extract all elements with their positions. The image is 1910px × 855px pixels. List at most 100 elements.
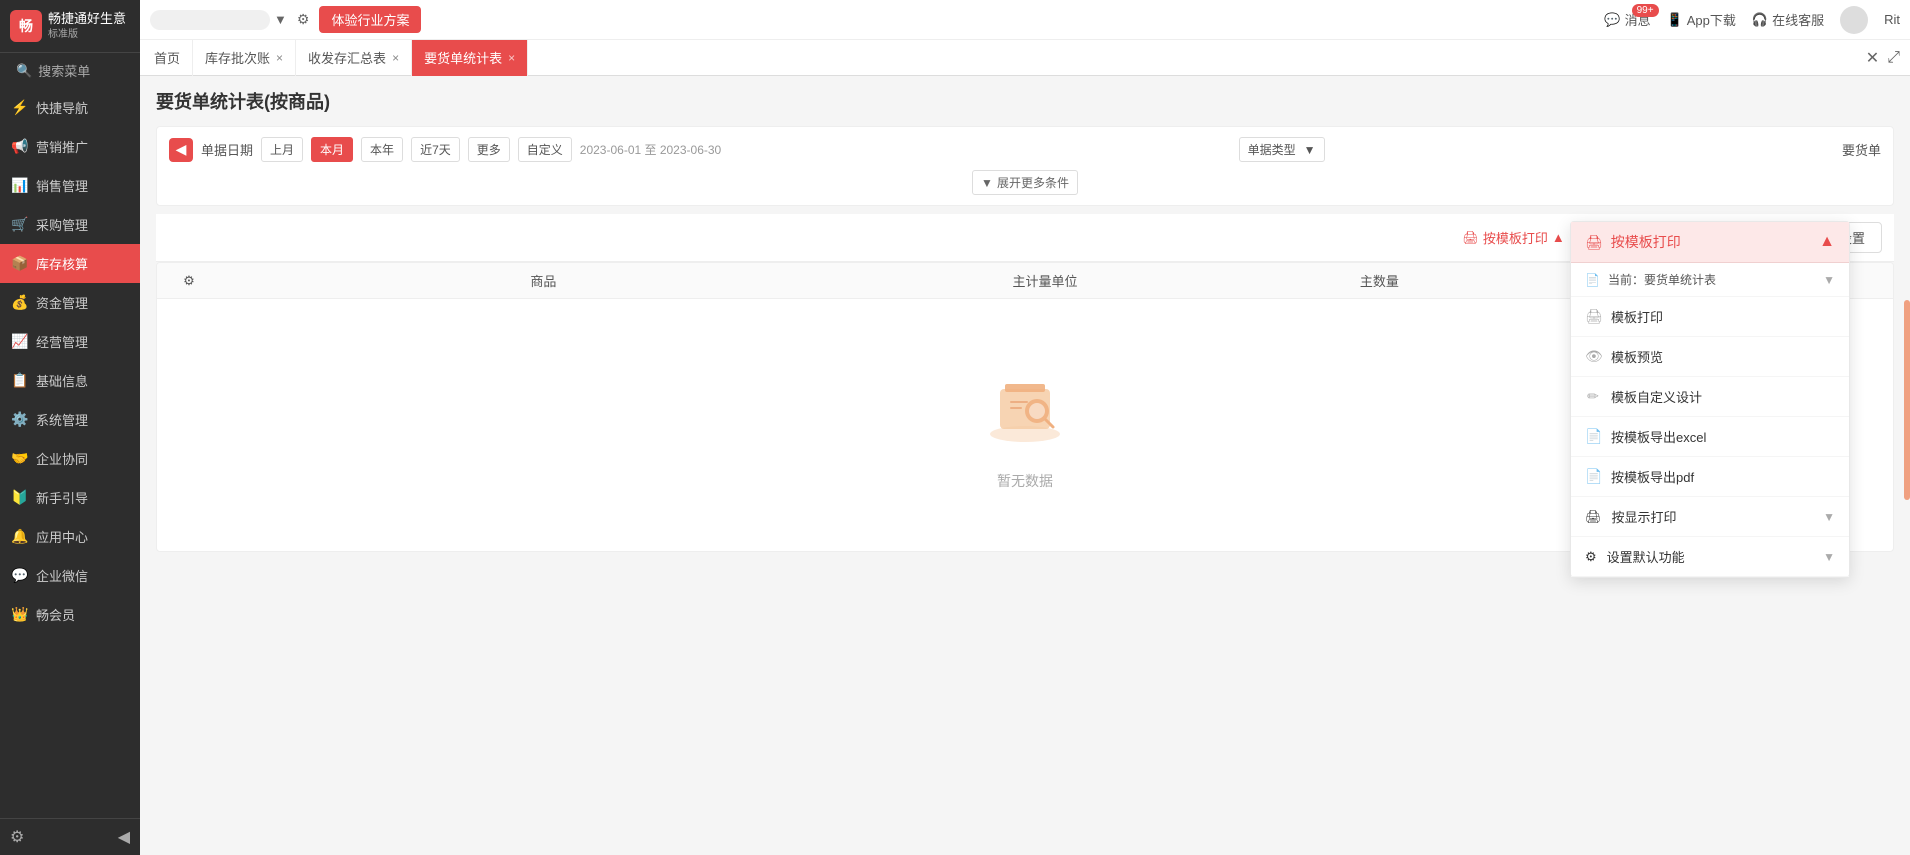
type-select-label: 单据类型 [1248, 141, 1296, 158]
guide-icon: 🔰 [10, 489, 30, 506]
dropdown-close-icon[interactable]: ▲ [1819, 233, 1835, 251]
dropdown-current-template[interactable]: 📄 当前：要货单统计表 ▼ [1571, 263, 1849, 297]
tab-receipts-summary-close[interactable]: × [392, 51, 399, 65]
date-btn-more[interactable]: 更多 [468, 137, 510, 162]
tab-inventory-batch-close[interactable]: × [276, 51, 283, 65]
dropdown-item-display-print[interactable]: 🖨 按显示打印 ▼ [1571, 497, 1849, 537]
sidebar-item-system[interactable]: ⚙️ 系统管理 [0, 400, 140, 439]
sidebar-item-appstore[interactable]: 🔔 应用中心 [0, 517, 140, 556]
sidebar-item-finance[interactable]: 💰 资金管理 [0, 283, 140, 322]
online-service-label: 在线客服 [1772, 10, 1824, 29]
sidebar-item-collab[interactable]: 🤝 企业协同 [0, 439, 140, 478]
date-btn-current-month[interactable]: 本月 [311, 137, 353, 162]
topbar-dropdown-chevron[interactable]: ▼ [274, 12, 287, 27]
expand-more-button[interactable]: ▼ 展开更多条件 [972, 170, 1078, 195]
sidebar-item-label: 企业协同 [36, 449, 88, 468]
user-avatar-item[interactable] [1840, 6, 1868, 34]
sidebar-item-sales[interactable]: 📊 销售管理 [0, 166, 140, 205]
sidebar-item-operations[interactable]: 📈 经营管理 [0, 322, 140, 361]
app-version: 标准版 [48, 28, 126, 41]
online-service-item[interactable]: 🎧 在线客服 [1752, 10, 1824, 29]
marketing-icon: 📢 [10, 138, 30, 155]
wechat-icon: 💬 [10, 567, 30, 584]
display-print-arrow: ▼ [1823, 510, 1835, 524]
date-filter-label: 单据日期 [201, 140, 253, 159]
date-btn-custom[interactable]: 自定义 [518, 137, 572, 162]
sidebar-item-label: 新手引导 [36, 488, 88, 507]
display-print-label: 按显示打印 [1612, 507, 1677, 526]
trial-button[interactable]: 体验行业方案 [319, 6, 421, 33]
display-print-icon: 🖨 [1585, 509, 1602, 525]
export-pdf-icon: 📄 [1585, 468, 1601, 485]
tab-inventory-batch[interactable]: 库存批次账 × [193, 40, 296, 76]
tab-order-stats-close[interactable]: × [508, 51, 515, 65]
empty-icon [975, 359, 1075, 459]
tab-home-label: 首页 [154, 48, 180, 67]
dropdown-item-template-preview[interactable]: 👁 模板预览 [1571, 337, 1849, 377]
sidebar-item-quick-nav[interactable]: ⚡ 快捷导航 [0, 88, 140, 127]
topbar-gear-icon[interactable]: ⚙ [297, 11, 310, 28]
topbar-search-input[interactable] [150, 10, 270, 30]
search-menu-label: 搜索菜单 [38, 61, 90, 80]
date-btn-7days[interactable]: 近7天 [411, 137, 460, 162]
tab-receipts-summary[interactable]: 收发存汇总表 × [296, 40, 412, 76]
print-icon: 🖨 [1462, 230, 1479, 246]
dropdown-item-template-custom[interactable]: ✏ 模板自定义设计 [1571, 377, 1849, 417]
set-default-icon: ⚙ [1585, 549, 1597, 565]
current-template-arrow: ▼ [1823, 273, 1835, 287]
dropdown-title-text: 按模板打印 [1611, 232, 1681, 252]
sidebar-nav: ⚡ 快捷导航 📢 营销推广 📊 销售管理 🛒 采购管理 📦 库存核算 💰 资金管… [0, 88, 140, 818]
sidebar: 畅 畅捷通好生意 标准版 🔍 搜索菜单 ⚡ 快捷导航 📢 营销推广 📊 销售管理… [0, 0, 140, 855]
right-scrollbar[interactable] [1904, 300, 1910, 500]
sidebar-item-basic[interactable]: 📋 基础信息 [0, 361, 140, 400]
print-dropdown-popup: 🖨 按模板打印 ▲ 📄 当前：要货单统计表 ▼ 🖨 模板打印 👁 模板预览 [1570, 221, 1850, 578]
settings-footer-icon[interactable]: ⚙ [10, 827, 24, 847]
maximize-window-icon[interactable]: ⤢ [1887, 49, 1900, 67]
template-preview-icon: 👁 [1585, 348, 1601, 365]
tab-home[interactable]: 首页 [150, 40, 193, 76]
sidebar-item-member[interactable]: 👑 畅会员 [0, 595, 140, 634]
sidebar-item-guide[interactable]: 🔰 新手引导 [0, 478, 140, 517]
close-window-icon[interactable]: ✕ [1866, 48, 1879, 68]
app-download-item[interactable]: 📱 App下载 [1667, 10, 1736, 29]
sidebar-item-marketing[interactable]: 📢 营销推广 [0, 127, 140, 166]
message-item[interactable]: 💬 消息 99+ [1604, 10, 1650, 29]
sidebar-item-inventory[interactable]: 📦 库存核算 [0, 244, 140, 283]
expand-more-icon: ▼ [981, 176, 993, 190]
appstore-icon: 🔔 [10, 528, 30, 545]
sidebar-item-label: 营销推广 [36, 137, 88, 156]
dropdown-item-export-pdf[interactable]: 📄 按模板导出pdf [1571, 457, 1849, 497]
sidebar-item-wechat[interactable]: 💬 企业微信 [0, 556, 140, 595]
print-btn[interactable]: 🖨 按模板打印 ▲ [1454, 224, 1572, 251]
dropdown-item-export-excel[interactable]: 📄 按模板导出excel [1571, 417, 1849, 457]
sidebar-item-label: 经营管理 [36, 332, 88, 351]
collapse-icon[interactable]: ◀ [118, 827, 130, 847]
type-select[interactable]: 单据类型 ▼ [1239, 137, 1325, 162]
page-content: 要货单统计表(按商品) ◀ 单据日期 上月 本月 本年 近7天 更多 自定义 2… [140, 76, 1910, 855]
logo-icon: 畅 [10, 10, 42, 42]
col-quantity: 主数量 [1212, 271, 1546, 290]
quick-nav-icon: ⚡ [10, 99, 30, 116]
message-badge: 99+ [1632, 4, 1659, 17]
filter-expand-button[interactable]: ◀ [169, 138, 193, 162]
filter-row: ◀ 单据日期 上月 本月 本年 近7天 更多 自定义 2023-06-01 至 … [169, 137, 1881, 162]
current-template-label: 当前：要货单统计表 [1608, 271, 1716, 288]
dropdown-item-set-default[interactable]: ⚙ 设置默认功能 ▼ [1571, 537, 1849, 577]
date-btn-current-year[interactable]: 本年 [361, 137, 403, 162]
date-btn-prev-month[interactable]: 上月 [261, 137, 303, 162]
search-icon: 🔍 [16, 63, 32, 79]
tab-order-stats[interactable]: 要货单统计表 × [412, 40, 528, 76]
collab-icon: 🤝 [10, 450, 30, 467]
search-menu[interactable]: 🔍 搜索菜单 [0, 53, 140, 88]
tab-inventory-batch-label: 库存批次账 [205, 48, 270, 67]
sidebar-item-label: 应用中心 [36, 527, 88, 546]
page-title: 要货单统计表(按商品) [156, 88, 1894, 114]
dropdown-header: 🖨 按模板打印 ▲ [1571, 222, 1849, 263]
user-name: Rit [1884, 12, 1900, 27]
col-settings[interactable]: ⚙ [169, 273, 209, 289]
expand-more-label: 展开更多条件 [997, 174, 1069, 191]
tab-receipts-summary-label: 收发存汇总表 [308, 48, 386, 67]
sidebar-item-purchase[interactable]: 🛒 采购管理 [0, 205, 140, 244]
dropdown-item-template-print[interactable]: 🖨 模板打印 [1571, 297, 1849, 337]
sidebar-item-label: 企业微信 [36, 566, 88, 585]
